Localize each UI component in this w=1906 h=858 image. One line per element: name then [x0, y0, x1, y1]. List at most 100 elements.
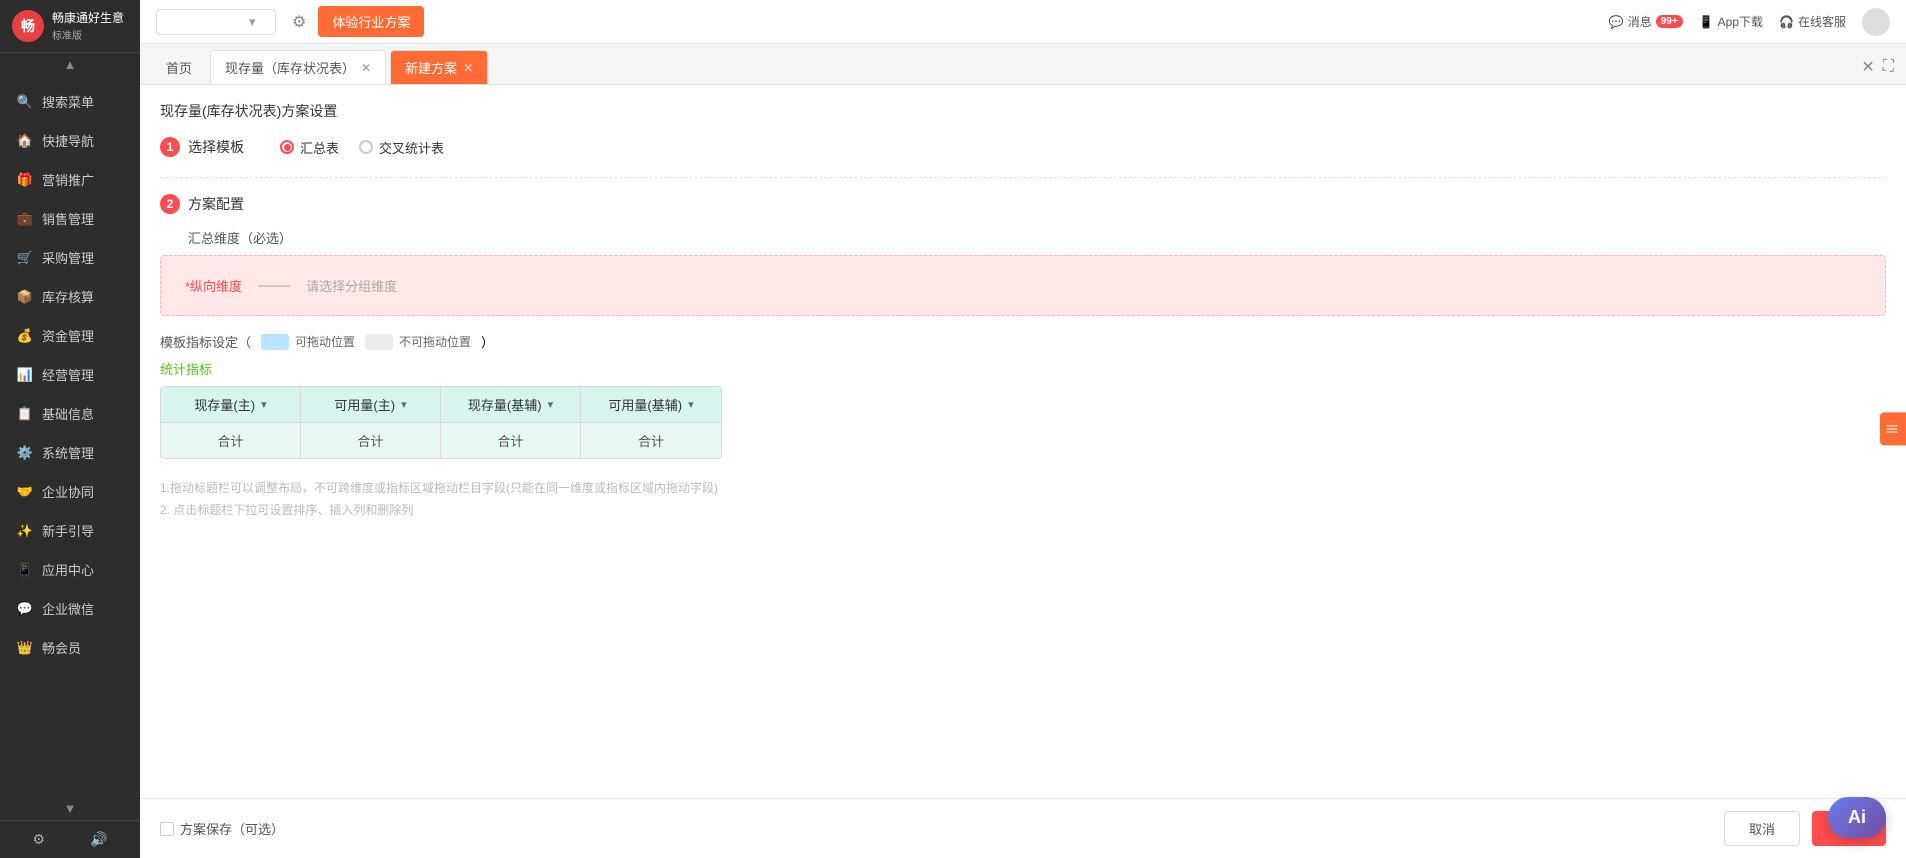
base-info-icon: 📋: [16, 405, 34, 423]
section1-header: 1 选择模板 汇总表 交叉统计表: [160, 137, 1886, 157]
save-plan-label: 方案保存（可选）: [180, 819, 284, 838]
messages-label: 消息: [1628, 13, 1652, 30]
checkbox-icon: [160, 822, 174, 836]
topbar-actions: 💬 消息 99+ 📱 App下载 🎧 在线客服: [1609, 8, 1890, 36]
indicators-label: 模板指标设定（: [160, 332, 251, 351]
stats-col-2: 可用量(主) ▾ 合计: [301, 387, 441, 458]
logo-icon: 畅: [12, 10, 44, 42]
sidebar-scroll-up[interactable]: ▲: [0, 53, 140, 76]
sidebar-item-search-menu[interactable]: 🔍 搜索菜单: [0, 82, 140, 121]
section-select-template: 1 选择模板 汇总表 交叉统计表: [160, 137, 1886, 157]
sidebar-item-finance[interactable]: 💰 资金管理: [0, 316, 140, 355]
stats-col-3-body: 合计: [441, 423, 580, 458]
operations-icon: 📊: [16, 366, 34, 384]
sidebar-item-inventory[interactable]: 📦 库存核算: [0, 277, 140, 316]
section-plan-config: 2 方案配置 汇总维度（必选） *纵向维度 —— 请选择分组维度 模板指标设定（: [160, 194, 1886, 521]
main-area: ▾ ⚙ 体验行业方案 💬 消息 99+ 📱 App下载 🎧 在线客服 首页: [140, 0, 1906, 858]
template-indicators: 模板指标设定（ 可拖动位置 不可拖动位置 ）: [160, 332, 1886, 351]
sidebar-item-quick-nav[interactable]: 🏠 快捷导航: [0, 121, 140, 160]
section1-title: 选择模板: [188, 137, 244, 157]
topbar: ▾ ⚙ 体验行业方案 💬 消息 99+ 📱 App下载 🎧 在线客服: [140, 0, 1906, 44]
window-controls: ✕ ⛶: [1861, 57, 1894, 77]
sidebar-footer: ⚙ 🔊: [0, 820, 140, 858]
tab-inventory-status[interactable]: 现存量（库存状况表） ✕: [210, 50, 386, 84]
cooperation-icon: 🤝: [16, 483, 34, 501]
customer-service-label: 在线客服: [1798, 13, 1846, 30]
radio-cross[interactable]: 交叉统计表: [359, 138, 444, 157]
member-icon: 👑: [16, 639, 34, 657]
tips-section: 1.拖动标题栏可以调整布局，不可跨维度或指标区域拖动栏目字段(只能在同一维度或指…: [160, 478, 1886, 521]
messages-badge: 99+: [1656, 15, 1683, 28]
trial-plan-button[interactable]: 体验行业方案: [318, 6, 424, 37]
search-dropdown-icon[interactable]: ▾: [249, 14, 256, 30]
sidebar-item-app-center[interactable]: 📱 应用中心: [0, 550, 140, 589]
app-download-label: App下载: [1718, 13, 1763, 30]
radio-summary[interactable]: 汇总表: [280, 138, 339, 157]
sidebar-item-sales[interactable]: 💼 销售管理: [0, 199, 140, 238]
wechat-icon: 💬: [16, 600, 34, 618]
sidebar-item-base-info[interactable]: 📋 基础信息: [0, 394, 140, 433]
bottom-bar: 方案保存（可选） 取消 查询: [140, 798, 1906, 858]
col3-chevron-icon[interactable]: ▾: [548, 398, 554, 411]
stats-table-header: 现存量(主) ▾ 合计 可用量(主) ▾ 合计: [161, 387, 721, 458]
window-minimize-icon[interactable]: ✕: [1861, 57, 1874, 77]
sidebar-item-cooperation[interactable]: 🤝 企业协同: [0, 472, 140, 511]
cancel-button[interactable]: 取消: [1724, 811, 1800, 846]
quick-nav-icon: 🏠: [16, 132, 34, 150]
search-input[interactable]: [165, 15, 245, 29]
search-menu-icon: 🔍: [16, 93, 34, 111]
sidebar-item-label: 采购管理: [42, 248, 94, 267]
sidebar-item-guide[interactable]: ✨ 新手引导: [0, 511, 140, 550]
page-title: 现存量(库存状况表)方案设置: [160, 101, 1886, 121]
app-download-button[interactable]: 📱 App下载: [1699, 13, 1763, 30]
stats-col-1-header: 现存量(主) ▾: [161, 387, 300, 423]
sales-icon: 💼: [16, 210, 34, 228]
sidebar: 畅 畅康通好生意 标准版 ▲ 🔍 搜索菜单 🏠 快捷导航 🎁 营销推广 💼 销售…: [0, 0, 140, 858]
messages-button[interactable]: 💬 消息 99+: [1609, 13, 1683, 30]
stats-col-1-body: 合计: [161, 423, 300, 458]
dimension-placeholder[interactable]: 请选择分组维度: [306, 276, 397, 295]
col1-chevron-icon[interactable]: ▾: [261, 398, 267, 411]
right-edge-tab[interactable]: |||: [1880, 412, 1906, 445]
tab-new-plan-close-icon[interactable]: ✕: [463, 61, 473, 75]
sidebar-item-wechat[interactable]: 💬 企业微信: [0, 589, 140, 628]
dimension-box: *纵向维度 —— 请选择分组维度: [160, 255, 1886, 316]
window-maximize-icon[interactable]: ⛶: [1883, 58, 1894, 76]
section2-header: 2 方案配置: [160, 194, 1886, 214]
aggregation-label: 汇总维度（必选）: [188, 228, 1886, 247]
sidebar-item-label: 快捷导航: [42, 131, 94, 150]
ai-bubble[interactable]: Ai: [1828, 797, 1886, 838]
tip1: 1.拖动标题栏可以调整布局，不可跨维度或指标区域拖动栏目字段(只能在同一维度或指…: [160, 478, 1886, 500]
sidebar-item-system[interactable]: ⚙️ 系统管理: [0, 433, 140, 472]
customer-service-button[interactable]: 🎧 在线客服: [1779, 13, 1846, 30]
sidebar-item-member[interactable]: 👑 畅会员: [0, 628, 140, 667]
sound-footer-btn[interactable]: 🔊: [90, 831, 107, 848]
sidebar-item-purchase[interactable]: 🛒 采购管理: [0, 238, 140, 277]
customer-service-icon: 🎧: [1779, 15, 1794, 29]
purchase-icon: 🛒: [16, 249, 34, 267]
tab-new-plan[interactable]: 新建方案 ✕: [390, 50, 488, 84]
sidebar-item-label: 库存核算: [42, 287, 94, 306]
sidebar-item-operations[interactable]: 📊 经营管理: [0, 355, 140, 394]
tabs-bar: 首页 现存量（库存状况表） ✕ 新建方案 ✕ ✕ ⛶: [140, 44, 1906, 85]
topbar-search-box[interactable]: ▾: [156, 9, 276, 35]
guide-icon: ✨: [16, 522, 34, 540]
save-plan-checkbox[interactable]: 方案保存（可选）: [160, 819, 284, 838]
tab-inventory-close-icon[interactable]: ✕: [361, 61, 371, 75]
app-center-icon: 📱: [16, 561, 34, 579]
tab-home[interactable]: 首页: [152, 51, 206, 84]
sidebar-item-marketing[interactable]: 🎁 营销推广: [0, 160, 140, 199]
sidebar-scroll-down[interactable]: ▼: [0, 797, 140, 820]
logo-text: 畅康通好生意 标准版: [52, 10, 124, 42]
settings-footer-btn[interactable]: ⚙: [33, 831, 46, 848]
col4-chevron-icon[interactable]: ▾: [688, 398, 694, 411]
finance-icon: 💰: [16, 327, 34, 345]
settings-gear-icon[interactable]: ⚙: [292, 12, 306, 32]
app-download-icon: 📱: [1699, 15, 1714, 29]
sidebar-item-label: 畅会员: [42, 638, 81, 657]
sidebar-item-label: 经营管理: [42, 365, 94, 384]
user-avatar[interactable]: [1862, 8, 1890, 36]
col2-chevron-icon[interactable]: ▾: [401, 398, 407, 411]
stats-table: 现存量(主) ▾ 合计 可用量(主) ▾ 合计: [160, 386, 722, 459]
stats-col-4-header: 可用量(基辅) ▾: [581, 387, 721, 423]
